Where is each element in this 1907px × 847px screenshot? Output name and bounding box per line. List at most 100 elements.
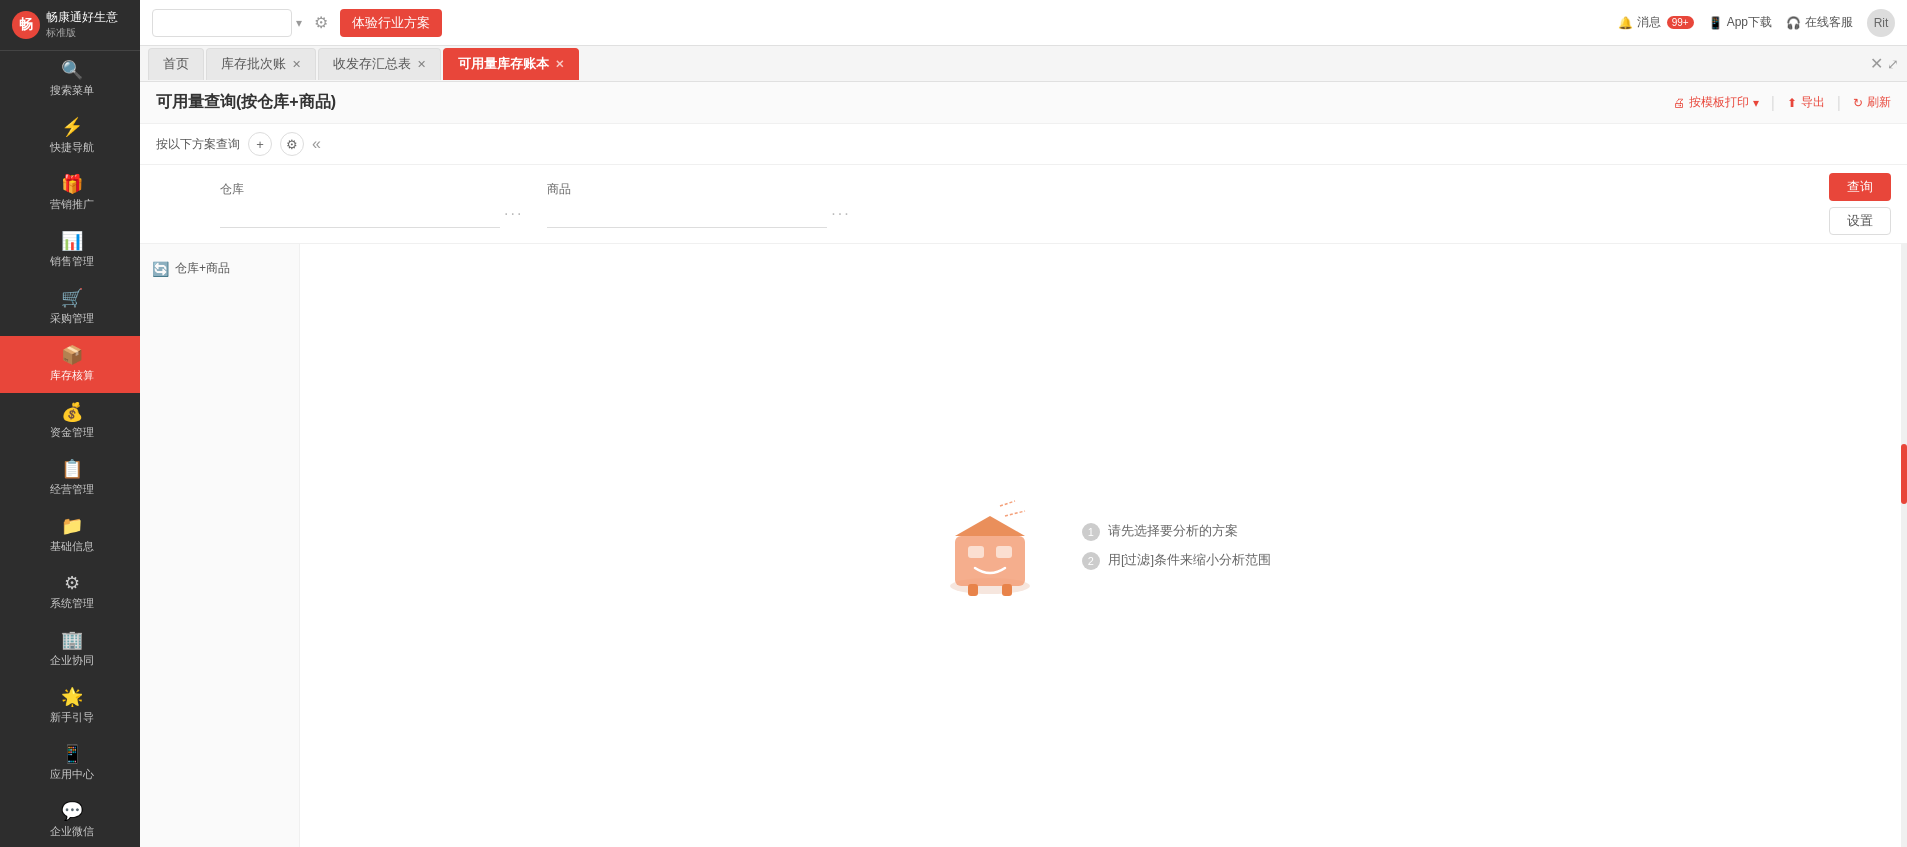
user-avatar[interactable]: Rit (1867, 9, 1895, 37)
goods-input[interactable] (547, 200, 827, 228)
sidebar-icon-operations: 📋 (61, 460, 83, 478)
gear-icon[interactable]: ⚙ (314, 13, 328, 32)
refresh-button[interactable]: ↻ 刷新 (1853, 94, 1891, 111)
sidebar-scroll: 🔍 搜索菜单 ⚡ 快捷导航 🎁 营销推广 📊 销售管理 🛒 采购管理 📦 库存核… (0, 51, 140, 847)
sidebar-item-marketing[interactable]: 🎁 营销推广 (0, 165, 140, 222)
sidebar-label-purchase: 采购管理 (50, 311, 94, 326)
sidebar-icon-appcenter: 📱 (61, 745, 83, 763)
sidebar-item-purchase[interactable]: 🛒 采购管理 (0, 279, 140, 336)
sidebar-item-finance[interactable]: 💰 资金管理 (0, 393, 140, 450)
warehouse-input[interactable] (220, 200, 500, 228)
sidebar-icon-purchase: 🛒 (61, 289, 83, 307)
sidebar-icon-marketing: 🎁 (61, 175, 83, 193)
main-data: 1 请先选择要分析的方案 2 用[过滤]条件来缩小分析范围 (300, 244, 1901, 847)
user-display: Rit (1874, 16, 1889, 30)
sidebar-label-system: 系统管理 (50, 596, 94, 611)
tab-home[interactable]: 首页 (148, 48, 204, 80)
industry-solution-button[interactable]: 体验行业方案 (340, 9, 442, 37)
sidebar-label-inventory: 库存核算 (50, 368, 94, 383)
sidebar-icon-sales: 📊 (61, 232, 83, 250)
sidebar-item-quicknav[interactable]: ⚡ 快捷导航 (0, 108, 140, 165)
sidebar-label-wechat: 企业微信 (50, 824, 94, 839)
print-chevron-icon[interactable]: ▾ (1753, 96, 1759, 110)
empty-tips: 1 请先选择要分析的方案 2 用[过滤]条件来缩小分析范围 (1082, 522, 1271, 570)
sidebar-icon-inventory: 📦 (61, 346, 83, 364)
filter-fields: 仓库 ··· 商品 ··· 查询 设置 (140, 165, 1907, 244)
topbar-right: 🔔 消息 99+ 📱 App下载 🎧 在线客服 Rit (1618, 9, 1895, 37)
query-button[interactable]: 查询 (1829, 173, 1891, 201)
print-button[interactable]: 🖨 按模板打印 ▾ (1673, 94, 1759, 111)
tab-label-collection_summary: 收发存汇总表 (333, 55, 411, 73)
tip-1-text: 请先选择要分析的方案 (1108, 522, 1238, 540)
tabbar: 首页库存批次账 ✕ 收发存汇总表 ✕ 可用量库存账本 ✕ ✕ ⤢ (140, 46, 1907, 82)
tab-close-collection_summary[interactable]: ✕ (417, 59, 426, 70)
empty-tip-1: 1 请先选择要分析的方案 (1082, 522, 1271, 541)
add-scheme-button[interactable]: + (248, 132, 272, 156)
sidebar-item-enterprise[interactable]: 🏢 企业协同 (0, 621, 140, 678)
sidebar-item-appcenter[interactable]: 📱 应用中心 (0, 735, 140, 792)
sidebar-item-system[interactable]: ⚙ 系统管理 (0, 564, 140, 621)
goods-more-icon[interactable]: ··· (831, 205, 850, 223)
page-title: 可用量查询(按仓库+商品) (156, 92, 336, 113)
tab-label-available_ledger: 可用量库存账本 (458, 55, 549, 73)
sidebar-item-search[interactable]: 🔍 搜索菜单 (0, 51, 140, 108)
online-service-item[interactable]: 🎧 在线客服 (1786, 14, 1853, 31)
search-input[interactable] (152, 9, 292, 37)
filter-scheme-label: 按以下方案查询 (156, 136, 240, 153)
settings-button[interactable]: 设置 (1829, 207, 1891, 235)
export-icon: ⬆ (1787, 96, 1797, 110)
sidebar-item-sales[interactable]: 📊 销售管理 (0, 222, 140, 279)
right-scrollbar[interactable] (1901, 244, 1907, 847)
warehouse-label: 仓库 (220, 181, 523, 198)
lp-icon-warehouse_goods: 🔄 (152, 261, 169, 277)
tab-available_ledger[interactable]: 可用量库存账本 ✕ (443, 48, 579, 80)
action-divider2: | (1837, 94, 1841, 112)
refresh-label: 刷新 (1867, 94, 1891, 111)
sidebar-item-operations[interactable]: 📋 经营管理 (0, 450, 140, 507)
notification-item[interactable]: 🔔 消息 99+ (1618, 14, 1694, 31)
chevron-down-icon[interactable]: ▾ (296, 16, 302, 30)
phone-icon: 📱 (1708, 16, 1723, 30)
tab-collection_summary[interactable]: 收发存汇总表 ✕ (318, 48, 441, 80)
refresh-icon: ↻ (1853, 96, 1863, 110)
svg-line-7 (1000, 501, 1015, 506)
left-panel-item-warehouse_goods[interactable]: 🔄 仓库+商品 (140, 252, 299, 285)
export-label: 导出 (1801, 94, 1825, 111)
svg-rect-4 (996, 546, 1012, 558)
sidebar-item-wechat[interactable]: 💬 企业微信 (0, 792, 140, 847)
svg-rect-6 (1002, 584, 1012, 596)
export-button[interactable]: ⬆ 导出 (1787, 94, 1825, 111)
page-content: 可用量查询(按仓库+商品) 🖨 按模板打印 ▾ | ⬆ 导出 | ↻ 刷新 (140, 82, 1907, 847)
sidebar-label-operations: 经营管理 (50, 482, 94, 497)
sidebar: 畅 畅康通好生意 标准版 🔍 搜索菜单 ⚡ 快捷导航 🎁 营销推广 📊 销售管理… (0, 0, 140, 847)
sidebar-label-finance: 资金管理 (50, 425, 94, 440)
tab-batch_ledger[interactable]: 库存批次账 ✕ (206, 48, 316, 80)
svg-rect-1 (955, 536, 1025, 586)
content-area: 🔄 仓库+商品 (140, 244, 1907, 847)
collapse-button[interactable]: « (312, 135, 321, 153)
tabbar-actions: ✕ ⤢ (1870, 54, 1907, 73)
sidebar-item-basic[interactable]: 📁 基础信息 (0, 507, 140, 564)
tip-num-1: 1 (1082, 523, 1100, 541)
sidebar-label-enterprise: 企业协同 (50, 653, 94, 668)
expand-icon[interactable]: ⤢ (1887, 56, 1899, 72)
tab-close-batch_ledger[interactable]: ✕ (292, 59, 301, 70)
close-tab-icon[interactable]: ✕ (1870, 54, 1883, 73)
sidebar-label-quicknav: 快捷导航 (50, 140, 94, 155)
logo-icon: 畅 (12, 11, 40, 39)
scheme-settings-button[interactable]: ⚙ (280, 132, 304, 156)
goods-label: 商品 (547, 181, 850, 198)
sidebar-item-newbie[interactable]: 🌟 新手引导 (0, 678, 140, 735)
tab-label-batch_ledger: 库存批次账 (221, 55, 286, 73)
warehouse-more-icon[interactable]: ··· (504, 205, 523, 223)
tip-2-text: 用[过滤]条件来缩小分析范围 (1108, 551, 1271, 569)
sidebar-label-basic: 基础信息 (50, 539, 94, 554)
svg-rect-5 (968, 584, 978, 596)
settings-icon: ⚙ (286, 137, 298, 152)
topbar: ▾ ⚙ 体验行业方案 🔔 消息 99+ 📱 App下载 🎧 在线客服 Rit (140, 0, 1907, 46)
notification-label: 消息 (1637, 14, 1661, 31)
page-header: 可用量查询(按仓库+商品) 🖨 按模板打印 ▾ | ⬆ 导出 | ↻ 刷新 (140, 82, 1907, 124)
app-download-item[interactable]: 📱 App下载 (1708, 14, 1772, 31)
tab-close-available_ledger[interactable]: ✕ (555, 59, 564, 70)
sidebar-item-inventory[interactable]: 📦 库存核算 (0, 336, 140, 393)
